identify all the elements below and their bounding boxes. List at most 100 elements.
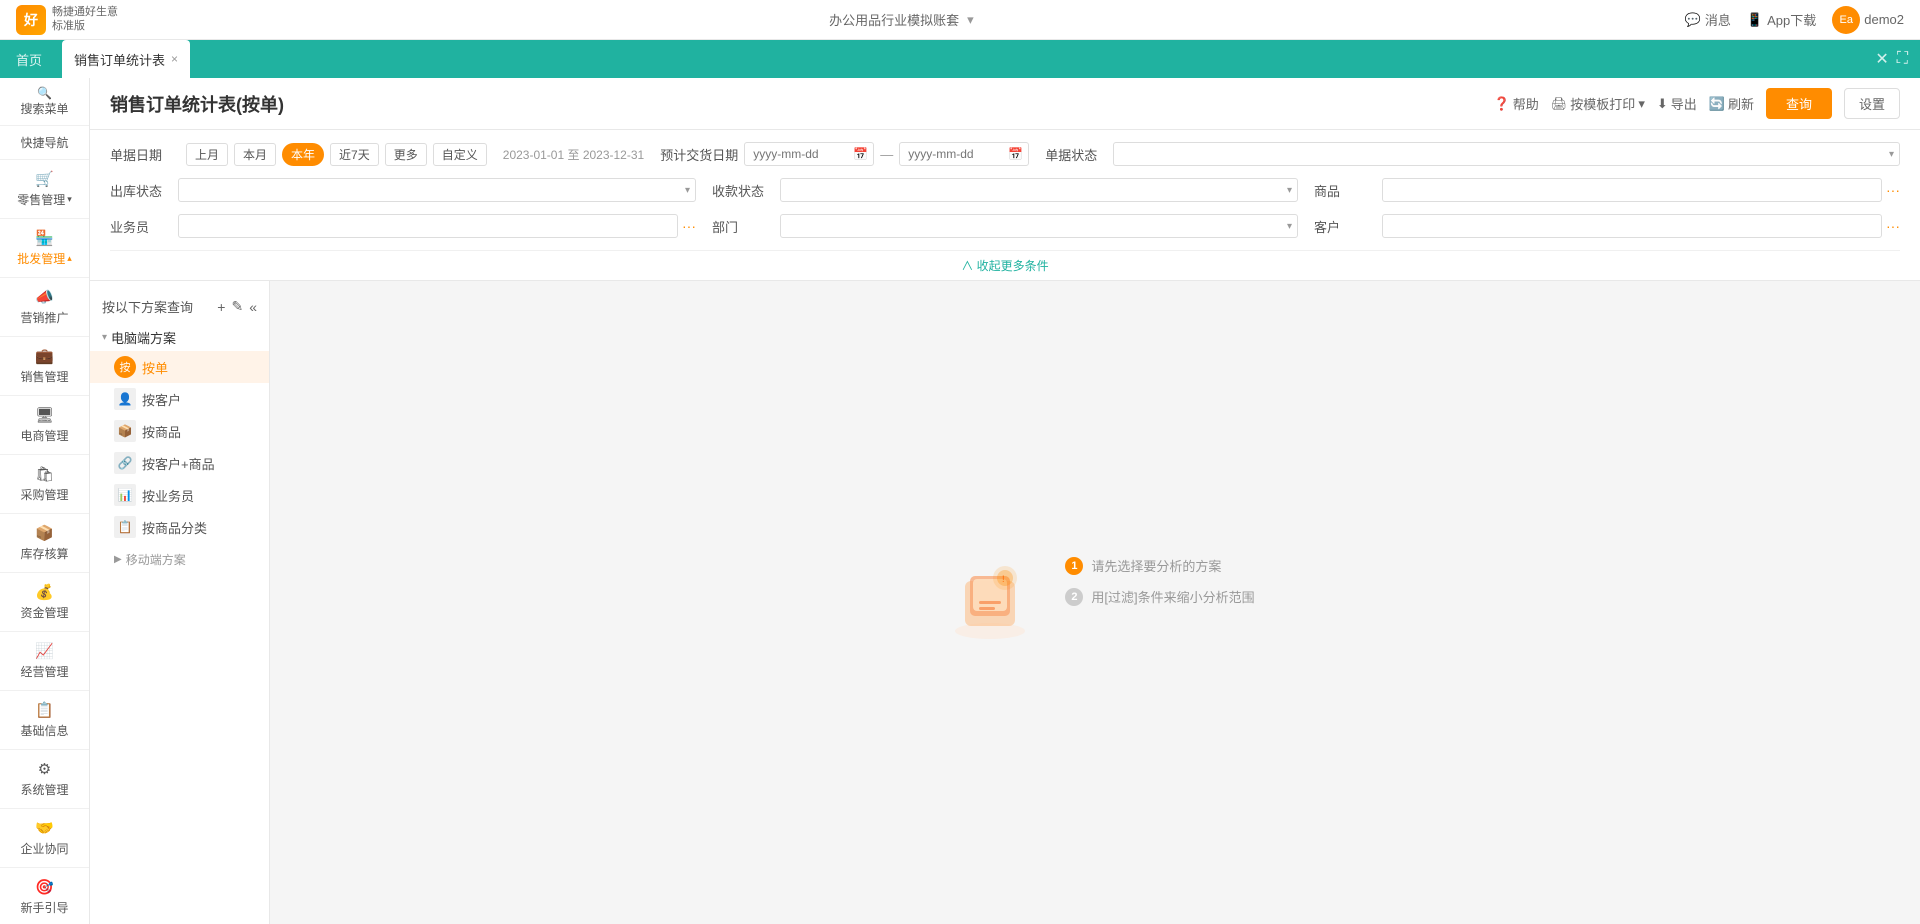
tab-bar-right: ✕ ⛶ [1875,49,1920,69]
expected-date-from-wrapper: 📅 [744,142,874,166]
settings-button[interactable]: 设置 [1844,88,1900,119]
app-download-button[interactable]: 📱 App下载 [1747,10,1816,29]
sidebar-item-system[interactable]: ⚙ 系统管理 [0,750,89,809]
last7-btn[interactable]: 近7天 [330,143,379,166]
ecommerce-icon: 🖥 [35,406,54,424]
logo-text: 畅捷通好生意 标准版 [52,6,118,32]
salesperson-wrapper[interactable]: ··· [178,214,696,238]
pc-section-header[interactable]: ▾ 电脑端方案 [90,324,269,351]
empty-illustration: ! [935,546,1045,659]
main-layout: 🔍 搜索菜单 快捷导航 🛒 零售管理 ▾ 🏪 批发管理 ▴ 📣 营销推广 💼 销… [0,78,1920,924]
tab-bar: 首页 销售订单统计表 × ✕ ⛶ [0,40,1920,78]
system-icon: ⚙ [38,760,51,778]
sidebar-item-marketing[interactable]: 📣 营销推广 [0,278,89,337]
message-button[interactable]: 💬 消息 [1685,10,1731,29]
sidebar-item-purchase[interactable]: 🛍 采购管理 [0,455,89,514]
custom-btn[interactable]: 自定义 [433,143,487,166]
industry-dropdown-icon[interactable]: ▾ [967,12,974,28]
sidebar-item-retail[interactable]: 🛒 零售管理 ▾ [0,160,89,219]
sidebar-item-inventory[interactable]: 📦 库存核算 [0,514,89,573]
expected-date-label: 预计交货日期 [660,145,738,164]
top-bar: 好 畅捷通好生意 标准版 办公用品行业模拟账套 ▾ 💬 消息 📱 App下载 E… [0,0,1920,40]
filter-row-1: 单据日期 上月 本月 本年 近7天 更多 自定义 2023-01-01 至 20… [110,142,1900,166]
collapse-panel-button[interactable]: « [249,298,257,315]
tip-num-1: 1 [1065,557,1083,575]
user-menu[interactable]: Ea demo2 [1832,6,1904,34]
top-center[interactable]: 办公用品行业模拟账套 ▾ [829,10,974,29]
customer-more-dots[interactable]: ··· [1886,218,1900,234]
chevron-down-icon: ▾ [67,194,72,205]
sidebar-item-finance[interactable]: 💰 资金管理 [0,573,89,632]
expected-date-group: 预计交货日期 📅 — 📅 [660,142,1029,166]
template-print-button[interactable]: 🖨 按模板打印 ▾ [1551,94,1645,113]
customer-wrapper[interactable]: ··· [1382,214,1900,238]
department-filter: 部门 ▾ [712,214,1298,238]
payment-status-input[interactable] [780,178,1298,202]
add-scheme-button[interactable]: + [217,298,225,315]
doc-status-wrapper[interactable]: ▾ [1113,142,1900,166]
edit-scheme-button[interactable]: ✎ [231,298,243,315]
scheme-by-customer-goods[interactable]: 🔗 按客户+商品 [90,447,269,479]
tab-close-button[interactable]: × [171,52,178,66]
refresh-button[interactable]: 🔄 刷新 [1709,94,1754,113]
sidebar-item-enterprise[interactable]: 🤝 企业协同 [0,809,89,868]
tab-home[interactable]: 首页 [0,40,58,78]
department-input[interactable] [780,214,1298,238]
scheme-by-goods[interactable]: 📦 按商品 [90,415,269,447]
page-actions: ❓ 帮助 🖨 按模板打印 ▾ ⬇ 导出 🔄 刷新 查询 设置 [1494,88,1900,119]
empty-tips: 1 请先选择要分析的方案 2 用[过滤]条件来缩小分析范围 [1065,546,1254,606]
customer-input[interactable] [1382,214,1882,238]
doc-status-filter: 单据状态 ▾ [1045,142,1900,166]
sidebar-item-operations[interactable]: 📈 经营管理 [0,632,89,691]
payment-status-wrapper[interactable]: ▾ [780,178,1298,202]
query-button[interactable]: 查询 [1766,88,1832,119]
window-maximize-button[interactable]: ⛶ [1897,50,1908,68]
scheme-by-goods-category[interactable]: 📋 按商品分类 [90,511,269,543]
goods-input[interactable] [1382,178,1882,202]
salesperson-more-dots[interactable]: ··· [682,218,696,234]
calendar-icon-2: 📅 [1008,147,1023,161]
goods-wrapper[interactable]: ··· [1382,178,1900,202]
logo-area: 好 畅捷通好生意 标准版 [16,5,118,35]
logo-icon: 好 [16,5,46,35]
tab-active[interactable]: 销售订单统计表 × [62,40,190,78]
ship-status-label: 出库状态 [110,181,170,200]
scheme-by-customer[interactable]: 👤 按客户 [90,383,269,415]
customer-filter: 客户 ··· [1314,214,1900,238]
goods-more-dots[interactable]: ··· [1886,182,1900,198]
sidebar: 🔍 搜索菜单 快捷导航 🛒 零售管理 ▾ 🏪 批发管理 ▴ 📣 营销推广 💼 销… [0,78,90,924]
sidebar-item-newbie[interactable]: 🎯 新手引导 [0,868,89,924]
ship-status-input[interactable] [178,178,696,202]
arrow-down-icon: ▾ [102,332,107,343]
doc-status-input[interactable] [1113,142,1900,166]
salesperson-input[interactable] [178,214,678,238]
sales-icon: 💼 [35,347,54,365]
download-icon: 📱 [1747,12,1763,28]
sidebar-item-sales[interactable]: 💼 销售管理 [0,337,89,396]
window-close-button[interactable]: ✕ [1875,49,1888,69]
more-btn[interactable]: 更多 [385,143,427,166]
collapse-bar[interactable]: ∧ 收起更多条件 [110,250,1900,280]
scheme-by-salesperson[interactable]: 📊 按业务员 [90,479,269,511]
sidebar-item-basic-info[interactable]: 📋 基础信息 [0,691,89,750]
department-wrapper[interactable]: ▾ [780,214,1298,238]
ship-status-wrapper[interactable]: ▾ [178,178,696,202]
this-month-btn[interactable]: 本月 [234,143,276,166]
help-button[interactable]: ❓ 帮助 [1494,94,1539,113]
sidebar-item-wholesale[interactable]: 🏪 批发管理 ▴ [0,219,89,278]
payment-status-label: 收款状态 [712,181,772,200]
scheme-by-order[interactable]: 按 按单 [90,351,269,383]
active-tab-label: 销售订单统计表 [74,50,165,69]
top-right: 💬 消息 📱 App下载 Ea demo2 [1685,6,1904,34]
sidebar-item-ecommerce[interactable]: 🖥 电商管理 [0,396,89,455]
last-month-btn[interactable]: 上月 [186,143,228,166]
collapse-up-icon: ∧ [961,259,976,273]
this-year-btn[interactable]: 本年 [282,143,324,166]
selected-scheme-icon: 按 [114,356,136,378]
retail-icon: 🛒 [35,170,54,188]
mobile-section-header[interactable]: ▶ 移动端方案 [90,547,269,572]
search-menu-button[interactable]: 🔍 搜索菜单 [0,78,89,126]
export-button[interactable]: ⬇ 导出 [1657,94,1697,113]
salesperson-label: 业务员 [110,217,170,236]
quick-nav-button[interactable]: 快捷导航 [0,126,89,160]
